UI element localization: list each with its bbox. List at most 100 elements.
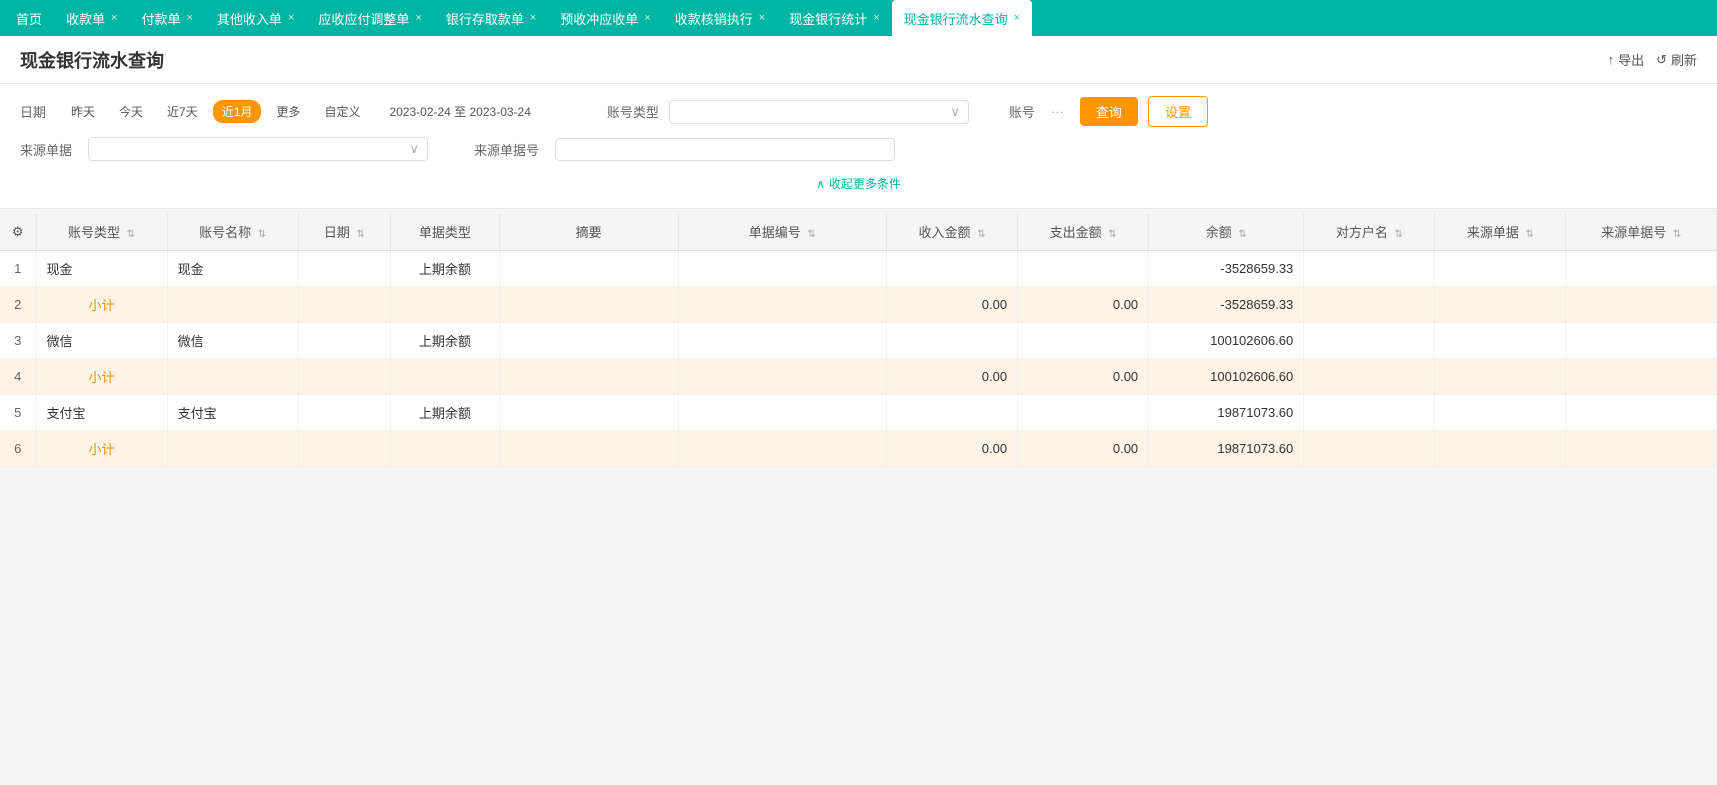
date-btn-yesterday[interactable]: 昨天 — [62, 100, 104, 123]
nav-item-bank-deposit[interactable]: 银行存取款单 × — [434, 0, 548, 36]
close-icon-bank-deposit[interactable]: × — [530, 12, 536, 24]
nav-item-other-income[interactable]: 其他收入单 × — [205, 0, 306, 36]
col-doc-no[interactable]: 单据编号 ⇅ — [678, 213, 886, 251]
sort-icon-source-doc: ⇅ — [1526, 229, 1534, 240]
date-btn-7days[interactable]: 近7天 — [158, 100, 207, 123]
sort-icon-date: ⇅ — [357, 229, 365, 240]
collapse-bar[interactable]: ∧ 收起更多条件 — [20, 171, 1697, 196]
source-doc-no-label: 来源单据号 — [474, 140, 539, 159]
source-doc-select[interactable]: ∨ — [88, 137, 428, 161]
refresh-label: 刷新 — [1671, 50, 1697, 69]
cell-balance: 19871073.60 — [1149, 395, 1304, 431]
cell-source_doc — [1435, 431, 1566, 467]
nav-label-payment: 付款单 — [141, 9, 180, 28]
collapse-label: 收起更多条件 — [829, 175, 901, 192]
col-summary[interactable]: 摘要 — [499, 213, 678, 251]
table-row: 3微信微信上期余额100102606.60 — [0, 323, 1717, 359]
query-button[interactable]: 查询 — [1080, 97, 1138, 126]
col-account-name[interactable]: 账号名称 ⇅ — [167, 213, 298, 251]
date-btn-1month[interactable]: 近1月 — [213, 100, 262, 123]
account-more-icon[interactable]: ··· — [1045, 101, 1070, 122]
col-date-label: 日期 — [324, 225, 350, 240]
export-button[interactable]: ↑ 导出 — [1608, 50, 1645, 69]
nav-label-verification: 收款核销执行 — [675, 9, 753, 28]
nav-item-prepay[interactable]: 预收冲应收单 × — [548, 0, 662, 36]
cell-summary — [499, 359, 678, 395]
cell-source_doc — [1435, 251, 1566, 287]
account-type-select[interactable]: ∨ — [669, 100, 969, 124]
nav-item-adjustment[interactable]: 应收应付调整单 × — [306, 0, 433, 36]
nav-item-cash-stats[interactable]: 现金银行统计 × — [777, 0, 891, 36]
cell-income: 0.00 — [886, 287, 1017, 323]
nav-item-cash-flow[interactable]: 现金银行流水查询 × — [892, 0, 1032, 36]
refresh-icon: ↺ — [1656, 52, 1667, 68]
cell-doc_no — [678, 323, 886, 359]
col-counterparty[interactable]: 对方户名 ⇅ — [1304, 213, 1435, 251]
cell-source_doc_no — [1566, 251, 1717, 287]
gear-icon: ⚙ — [12, 224, 24, 239]
source-doc-chevron-icon: ∨ — [410, 141, 420, 157]
refresh-button[interactable]: ↺ 刷新 — [1656, 50, 1697, 69]
cell-counterparty — [1304, 323, 1435, 359]
cell-account_type: 小计 — [36, 359, 167, 395]
col-income-label: 收入金额 — [919, 225, 971, 240]
cell-account_type: 微信 — [36, 323, 167, 359]
col-source-doc[interactable]: 来源单据 ⇅ — [1435, 213, 1566, 251]
filter-row-source: 来源单据 ∨ 来源单据号 — [20, 137, 1697, 161]
col-income[interactable]: 收入金额 ⇅ — [886, 213, 1017, 251]
cell-source_doc_no — [1566, 323, 1717, 359]
cell-gear: 6 — [0, 431, 36, 467]
close-icon-adjustment[interactable]: × — [415, 12, 421, 24]
close-icon-other-income[interactable]: × — [288, 12, 294, 24]
sort-icon-source-doc-no: ⇅ — [1673, 229, 1681, 240]
collapse-up-icon: ∧ — [816, 177, 825, 191]
cell-date — [298, 287, 390, 323]
filter-area: 日期 昨天 今天 近7天 近1月 更多 自定义 2023-02-24 至 202… — [0, 84, 1717, 209]
cell-date — [298, 251, 390, 287]
close-icon-receipt[interactable]: × — [111, 12, 117, 24]
settings-button[interactable]: 设置 — [1148, 96, 1208, 127]
close-icon-cash-flow[interactable]: × — [1014, 12, 1020, 24]
sort-icon-income: ⇅ — [977, 229, 985, 240]
cell-gear: 1 — [0, 251, 36, 287]
close-icon-prepay[interactable]: × — [644, 12, 650, 24]
col-expense-label: 支出金额 — [1050, 225, 1102, 240]
table-row: 6小计0.000.0019871073.60 — [0, 431, 1717, 467]
nav-item-receipt[interactable]: 收款单 × — [54, 0, 129, 36]
date-btn-today[interactable]: 今天 — [110, 100, 152, 123]
cell-income — [886, 395, 1017, 431]
close-icon-verification[interactable]: × — [759, 12, 765, 24]
source-doc-no-input[interactable] — [555, 138, 895, 161]
cell-account_name — [167, 287, 298, 323]
sort-icon-counterparty: ⇅ — [1394, 229, 1402, 240]
cell-counterparty — [1304, 395, 1435, 431]
cell-summary — [499, 251, 678, 287]
col-gear[interactable]: ⚙ — [0, 213, 36, 251]
filter-row-date: 日期 昨天 今天 近7天 近1月 更多 自定义 2023-02-24 至 202… — [20, 96, 1697, 127]
cell-summary — [499, 287, 678, 323]
col-balance-label: 余额 — [1206, 225, 1232, 240]
col-doc-type[interactable]: 单据类型 — [391, 213, 500, 251]
sort-icon-expense: ⇅ — [1108, 229, 1116, 240]
nav-item-payment[interactable]: 付款单 × — [129, 0, 204, 36]
close-icon-payment[interactable]: × — [186, 12, 192, 24]
col-date[interactable]: 日期 ⇅ — [298, 213, 390, 251]
cell-balance: 19871073.60 — [1149, 431, 1304, 467]
nav-item-verification[interactable]: 收款核销执行 × — [663, 0, 777, 36]
date-btn-more[interactable]: 更多 — [267, 100, 309, 123]
cell-doc_no — [678, 395, 886, 431]
table-row: 1现金现金上期余额-3528659.33 — [0, 251, 1717, 287]
cell-summary — [499, 395, 678, 431]
nav-item-home[interactable]: 首页 — [4, 0, 54, 36]
col-balance[interactable]: 余额 ⇅ — [1149, 213, 1304, 251]
date-label: 日期 — [20, 102, 46, 121]
close-icon-cash-stats[interactable]: × — [873, 12, 879, 24]
cell-account_type: 小计 — [36, 287, 167, 323]
col-source-doc-no[interactable]: 来源单据号 ⇅ — [1566, 213, 1717, 251]
date-btn-custom[interactable]: 自定义 — [315, 100, 369, 123]
col-account-type[interactable]: 账号类型 ⇅ — [36, 213, 167, 251]
account-type-label: 账号类型 — [607, 102, 659, 121]
cell-source_doc — [1435, 359, 1566, 395]
col-expense[interactable]: 支出金额 ⇅ — [1018, 213, 1149, 251]
cell-counterparty — [1304, 359, 1435, 395]
